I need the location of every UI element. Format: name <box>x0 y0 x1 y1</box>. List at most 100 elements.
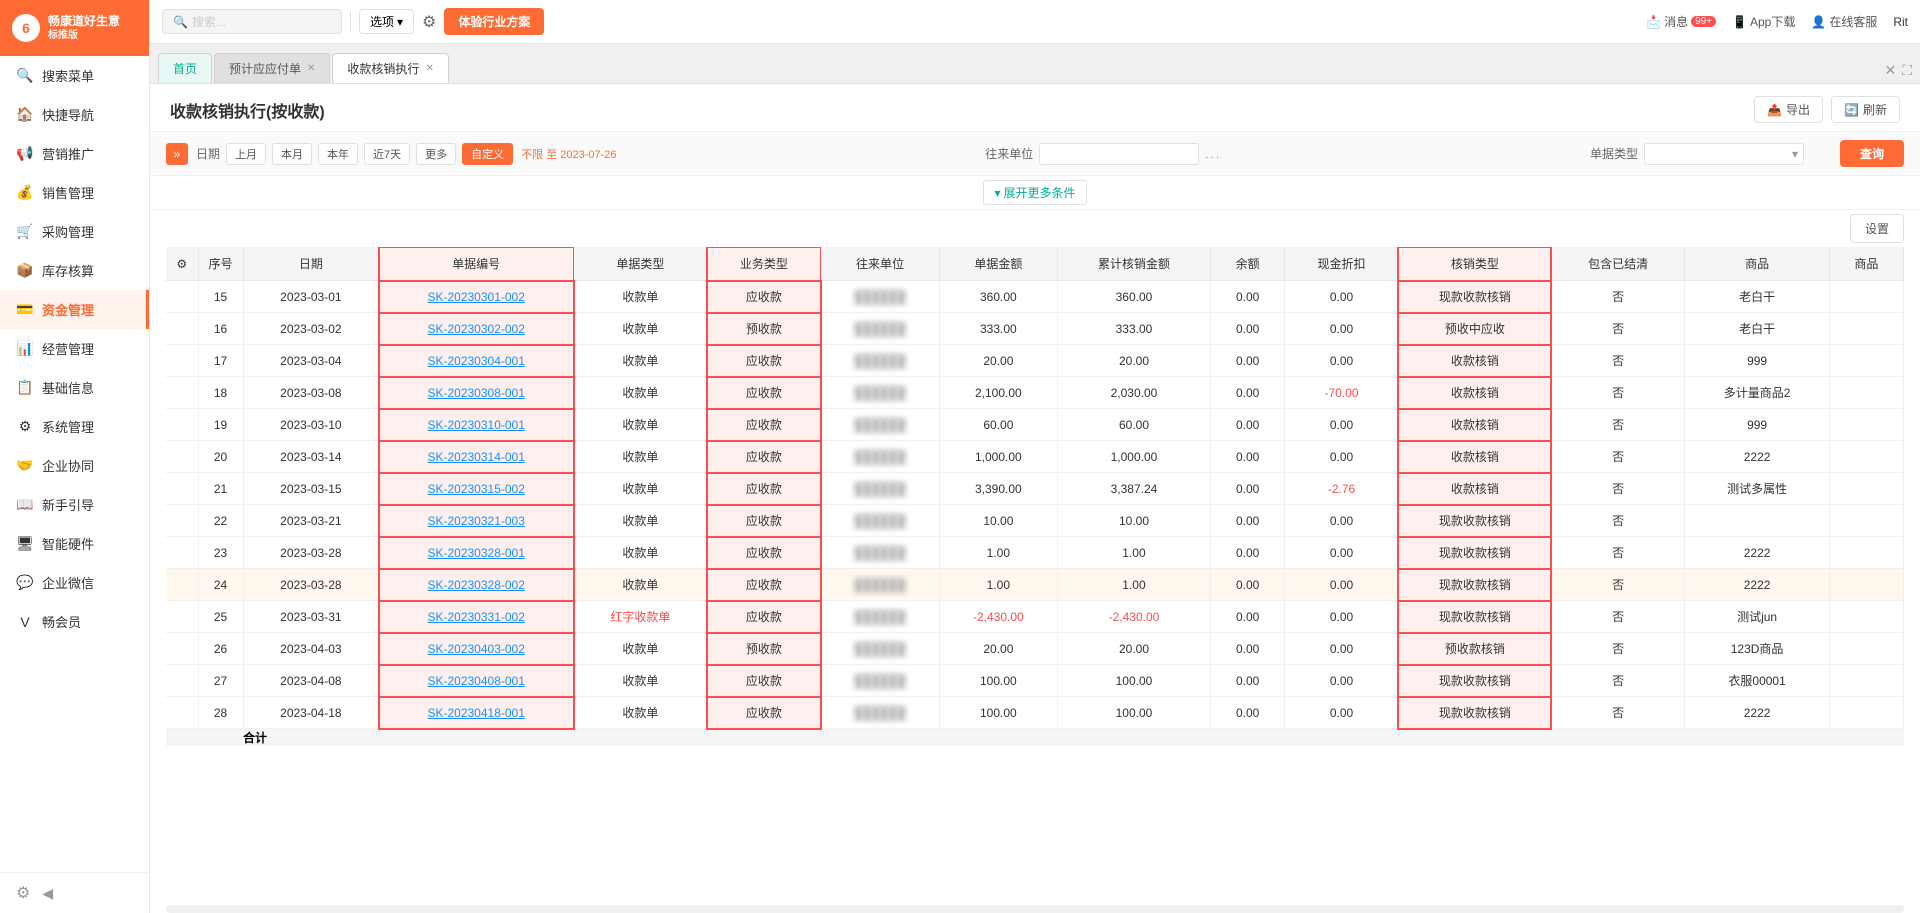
td-include-settled: 否 <box>1551 537 1684 569</box>
table-row: 23 2023-03-28 SK-20230328-001 收款单 应收款 ██… <box>166 537 1904 569</box>
data-table-container[interactable]: ⚙ 序号 日期 单据编号 单据类型 业务类型 往来单位 单据金额 累计核销金额 … <box>150 247 1920 905</box>
td-accum-amount: -2,430.00 <box>1057 601 1210 633</box>
service-icon: 👤 <box>1811 15 1826 29</box>
td-balance: 0.00 <box>1211 473 1285 505</box>
sidebar-item-search[interactable]: 🔍 搜索菜单 <box>0 56 149 95</box>
refresh-button[interactable]: 🔄 刷新 <box>1831 96 1900 123</box>
collapse-arrow-icon[interactable]: ◀ <box>42 885 53 902</box>
td-accum-amount: 3,387.24 <box>1057 473 1210 505</box>
td-gear <box>166 569 198 601</box>
sidebar-item-operations[interactable]: 📊 经营管理 <box>0 329 149 368</box>
td-accum-amount: 1.00 <box>1057 537 1210 569</box>
filter-dots[interactable]: ... <box>1205 147 1221 161</box>
export-button[interactable]: 📤 导出 <box>1754 96 1823 123</box>
app-download-button[interactable]: 📱 App下载 <box>1732 13 1795 30</box>
maximize-icon[interactable]: ⛶ <box>1902 62 1912 79</box>
td-bill-no: SK-20230328-002 <box>379 569 574 601</box>
sidebar-item-member[interactable]: V 畅会员 <box>0 602 149 641</box>
td-accum-amount: 1.00 <box>1057 569 1210 601</box>
sidebar-item-inventory[interactable]: 📦 库存核算 <box>0 251 149 290</box>
table-row: 20 2023-03-14 SK-20230314-001 收款单 应收款 ██… <box>166 441 1904 473</box>
filter-last7[interactable]: 近7天 <box>364 143 410 165</box>
td-cancel-type: 收款核销 <box>1398 473 1551 505</box>
sidebar-item-hardware[interactable]: 🖥 智能硬件 <box>0 524 149 563</box>
td-biz-type: 应收款 <box>707 441 821 473</box>
tab-receipt-close-icon[interactable]: ✕ <box>425 63 433 74</box>
td-goods2 <box>1829 345 1903 377</box>
industry-solution-button[interactable]: 体验行业方案 <box>444 8 544 35</box>
th-bill-amount: 单据金额 <box>939 247 1057 281</box>
filter-custom[interactable]: 自定义 <box>462 143 513 165</box>
app-icon: 📱 <box>1732 15 1747 29</box>
td-no: 16 <box>198 313 243 345</box>
collapse-filter-btn[interactable]: » <box>166 143 188 165</box>
footer-label <box>166 729 243 747</box>
horizontal-scrollbar[interactable] <box>166 905 1904 913</box>
td-bill-no: SK-20230321-003 <box>379 505 574 537</box>
td-accum-amount: 10.00 <box>1057 505 1210 537</box>
close-all-icon[interactable]: ✕ <box>1884 62 1896 79</box>
sidebar-item-wechat[interactable]: 💬 企业微信 <box>0 563 149 602</box>
td-include-settled: 否 <box>1551 313 1684 345</box>
th-include-settled: 包含已结清 <box>1551 247 1684 281</box>
td-balance: 0.00 <box>1211 505 1285 537</box>
td-no: 23 <box>198 537 243 569</box>
partner-input[interactable] <box>1039 143 1199 165</box>
bill-type-select[interactable] <box>1644 143 1804 165</box>
td-goods2 <box>1829 665 1903 697</box>
content-actions: 📤 导出 🔄 刷新 <box>1754 96 1900 123</box>
sidebar-item-basic[interactable]: 📋 基础信息 <box>0 368 149 407</box>
sidebar-item-purchase[interactable]: 🛒 采购管理 <box>0 212 149 251</box>
filter-more[interactable]: 更多 <box>416 143 456 165</box>
filter-this-year[interactable]: 本年 <box>318 143 358 165</box>
td-gear <box>166 377 198 409</box>
td-bill-type: 收款单 <box>574 473 707 505</box>
td-goods2 <box>1829 537 1903 569</box>
member-icon: V <box>16 613 34 631</box>
topbar-gear-icon[interactable]: ⚙ <box>422 12 436 32</box>
td-cancel-type: 收款核销 <box>1398 409 1551 441</box>
td-goods: 2222 <box>1685 569 1829 601</box>
sidebar-item-quicknav[interactable]: 🏠 快捷导航 <box>0 95 149 134</box>
topbar-dropdown[interactable]: 选项 ▾ <box>359 9 414 34</box>
tab-home[interactable]: 首页 <box>158 53 212 83</box>
td-partner: ██████ <box>821 537 940 569</box>
tab-prepay-close-icon[interactable]: ✕ <box>307 63 315 74</box>
sidebar-item-system[interactable]: ⚙ 系统管理 <box>0 407 149 446</box>
td-goods2 <box>1829 441 1903 473</box>
tab-receipt[interactable]: 收款核销执行 ✕ <box>332 53 448 83</box>
td-balance: 0.00 <box>1211 441 1285 473</box>
notification-button[interactable]: 📩 消息 99+ <box>1646 13 1716 30</box>
tab-prepay[interactable]: 预计应应付单 ✕ <box>214 53 330 83</box>
th-goods: 商品 <box>1685 247 1829 281</box>
online-service-button[interactable]: 👤 在线客服 <box>1811 13 1877 30</box>
td-cancel-type: 现款收款核销 <box>1398 537 1551 569</box>
td-bill-type: 收款单 <box>574 665 707 697</box>
sidebar-item-finance[interactable]: 💳 资金管理 <box>0 290 149 329</box>
sidebar-item-enterprise[interactable]: 🤝 企业协同 <box>0 446 149 485</box>
td-biz-type: 应收款 <box>707 473 821 505</box>
expand-conditions-button[interactable]: ▾ 展开更多条件 <box>983 180 1086 205</box>
filter-this-month[interactable]: 本月 <box>272 143 312 165</box>
sidebar-item-marketing[interactable]: 📢 营销推广 <box>0 134 149 173</box>
settings-gear-icon[interactable]: ⚙ <box>16 883 30 903</box>
td-balance: 0.00 <box>1211 633 1285 665</box>
td-goods: 多计量商品2 <box>1685 377 1829 409</box>
app-logo: 6 畅康道好生意 标推版 <box>0 0 149 56</box>
th-balance: 余额 <box>1211 247 1285 281</box>
td-biz-type: 应收款 <box>707 409 821 441</box>
topbar-search[interactable]: 🔍 搜索... <box>162 9 342 34</box>
table-header-row: ⚙ 序号 日期 单据编号 单据类型 业务类型 往来单位 单据金额 累计核销金额 … <box>166 247 1904 281</box>
td-bill-type: 收款单 <box>574 505 707 537</box>
sidebar-item-guide[interactable]: 📖 新手引导 <box>0 485 149 524</box>
td-no: 25 <box>198 601 243 633</box>
filter-bill-type-section: 单据类型 ▾ <box>1590 143 1804 165</box>
th-gear[interactable]: ⚙ <box>166 247 198 281</box>
query-button[interactable]: 查询 <box>1840 140 1904 167</box>
filter-last-month[interactable]: 上月 <box>226 143 266 165</box>
filter-date-display: 不限 至 2023-07-26 <box>521 146 616 162</box>
td-cancel-type: 现款收款核销 <box>1398 569 1551 601</box>
column-settings-button[interactable]: 设置 <box>1850 214 1904 243</box>
sidebar-item-sales[interactable]: 💰 销售管理 <box>0 173 149 212</box>
td-bill-amount: 1.00 <box>939 537 1057 569</box>
